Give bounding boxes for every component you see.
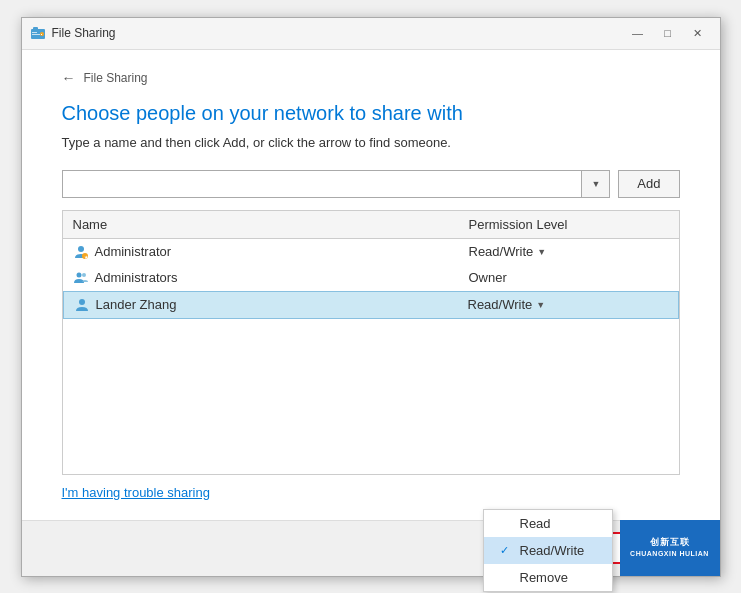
administrators-perm-text: Owner (469, 270, 507, 285)
ctx-item-remove[interactable]: Remove (484, 564, 612, 591)
svg-point-10 (82, 273, 86, 277)
administrators-perm: Owner (469, 270, 669, 285)
ctx-item-read[interactable]: Read (484, 510, 612, 537)
lander-perm: Read/Write ▼ (468, 297, 668, 312)
administrator-perm-arrow[interactable]: ▼ (537, 247, 546, 257)
window-icon (30, 25, 46, 41)
svg-rect-3 (32, 34, 40, 35)
input-row: ▼ Add (62, 170, 680, 198)
title-bar-controls: — □ ✕ (624, 23, 712, 43)
svg-point-11 (79, 299, 85, 305)
row-name-administrator: ★ Administrator (73, 244, 469, 260)
administrator-perm: Read/Write ▼ (469, 244, 669, 259)
svg-line-5 (41, 34, 42, 35)
main-window: File Sharing — □ ✕ ← File Sharing Choose… (21, 17, 721, 577)
ctx-readwrite-label: Read/Write (520, 543, 585, 558)
add-button[interactable]: Add (618, 170, 679, 198)
brand-area: 创新互联 CHUANGXIN HULIAN (620, 520, 720, 576)
administrator-perm-text: Read/Write (469, 244, 534, 259)
col-perm-header: Permission Level (469, 217, 669, 232)
svg-point-6 (78, 246, 84, 252)
user-icon-administrators (73, 270, 89, 286)
back-arrow-icon[interactable]: ← (62, 70, 76, 86)
brand-chinese: 创新互联 (630, 536, 709, 549)
lander-name: Lander Zhang (96, 297, 177, 312)
row-name-administrators: Administrators (73, 270, 469, 286)
ctx-item-readwrite[interactable]: ✓ Read/Write (484, 537, 612, 564)
row-name-lander: Lander Zhang (74, 297, 468, 313)
name-input[interactable] (62, 170, 583, 198)
col-name-header: Name (73, 217, 469, 232)
svg-point-9 (76, 272, 81, 277)
context-menu: Read ✓ Read/Write Remove (483, 509, 613, 592)
page-subtitle: Type a name and then click Add, or click… (62, 135, 680, 150)
brand-english: CHUANGXIN HULIAN (630, 549, 709, 559)
readwrite-check-icon: ✓ (500, 544, 514, 557)
close-button[interactable]: ✕ (684, 23, 712, 43)
page-heading: Choose people on your network to share w… (62, 102, 680, 125)
ctx-remove-label: Remove (520, 570, 568, 585)
dropdown-arrow-button[interactable]: ▼ (582, 170, 610, 198)
back-row: ← File Sharing (62, 70, 680, 86)
title-bar: File Sharing — □ ✕ (22, 18, 720, 50)
svg-point-4 (40, 32, 44, 36)
administrator-name: Administrator (95, 244, 172, 259)
svg-rect-1 (33, 27, 38, 31)
table-row-selected[interactable]: Lander Zhang Read/Write ▼ (63, 291, 679, 319)
maximize-button[interactable]: □ (654, 23, 682, 43)
lander-perm-text: Read/Write (468, 297, 533, 312)
ctx-read-label: Read (520, 516, 551, 531)
administrators-name: Administrators (95, 270, 178, 285)
window-title: File Sharing (52, 26, 116, 40)
lander-perm-arrow[interactable]: ▼ (536, 300, 545, 310)
user-icon-administrator: ★ (73, 244, 89, 260)
user-icon-lander (74, 297, 90, 313)
title-bar-left: File Sharing (30, 25, 116, 41)
table-row[interactable]: ★ Administrator Read/Write ▼ (63, 239, 679, 265)
minimize-button[interactable]: — (624, 23, 652, 43)
table-header: Name Permission Level (63, 211, 679, 239)
trouble-link[interactable]: I'm having trouble sharing (62, 485, 680, 500)
footer: + Share 创新互联 CHUANGXIN HULIAN (22, 520, 720, 576)
content-area: ← File Sharing Choose people on your net… (22, 50, 720, 520)
share-table: Name Permission Level ★ Administrator (62, 210, 680, 475)
table-row[interactable]: Administrators Owner (63, 265, 679, 291)
svg-rect-2 (32, 32, 37, 33)
window-title-link: File Sharing (84, 71, 148, 85)
